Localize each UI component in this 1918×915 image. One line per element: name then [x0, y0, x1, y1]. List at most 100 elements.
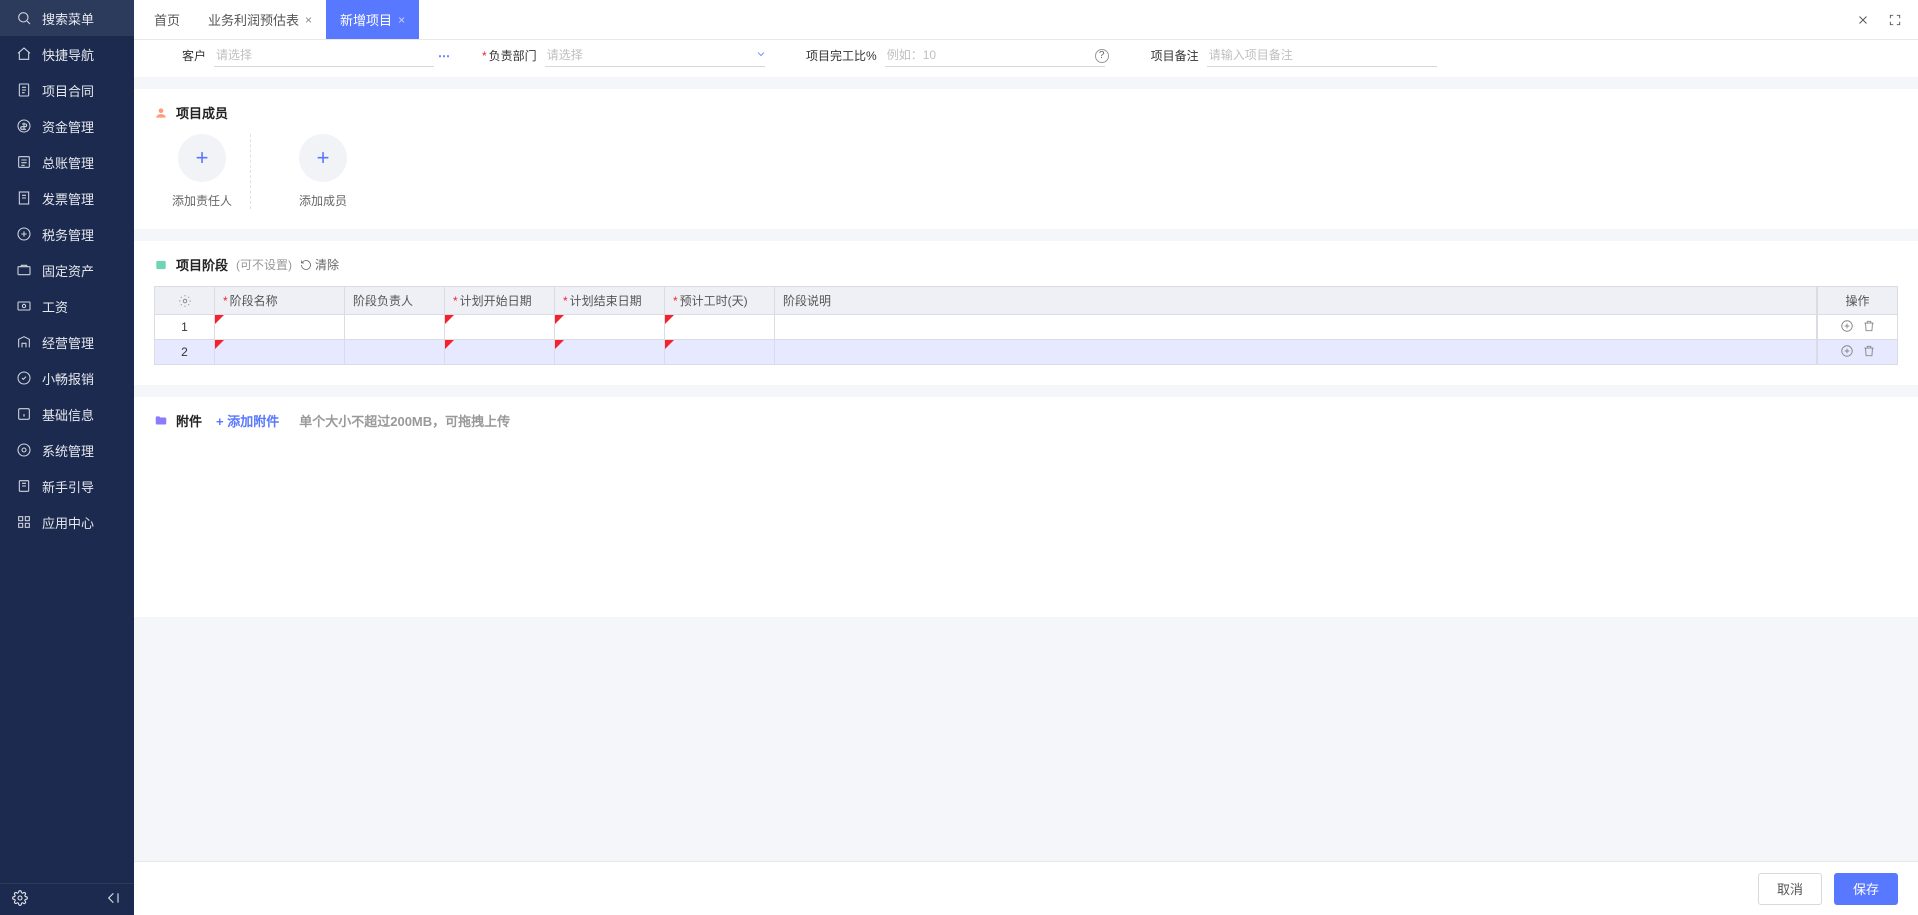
phase-icon: [154, 258, 168, 272]
sidebar-item-asset[interactable]: 固定资产: [0, 252, 134, 288]
tax-icon: [16, 226, 32, 242]
sidebar-item-label: 新手引导: [42, 477, 94, 496]
add-member-label: 添加成员: [299, 192, 347, 209]
delete-row-icon[interactable]: [1862, 319, 1876, 333]
cell-days[interactable]: [665, 315, 775, 340]
sys-icon: [16, 442, 32, 458]
fullscreen-icon[interactable]: [1882, 7, 1908, 33]
dept-label: *负责部门: [482, 47, 537, 64]
biz-icon: [16, 334, 32, 350]
cell-start[interactable]: [445, 340, 555, 365]
sidebar-item-invoice[interactable]: 发票管理: [0, 180, 134, 216]
guide-icon: [16, 478, 32, 494]
gear-icon[interactable]: [12, 890, 28, 909]
sidebar-item-label: 快捷导航: [42, 45, 94, 64]
reimburse-icon: [16, 370, 32, 386]
table-row[interactable]: 1: [155, 315, 1817, 340]
sidebar-item-label: 经营管理: [42, 333, 94, 352]
sidebar-item-label: 小畅报销: [42, 369, 94, 388]
th-start: 计划开始日期: [445, 287, 555, 315]
sidebar-item-doc[interactable]: 项目合同: [0, 72, 134, 108]
more-icon[interactable]: ⋯: [438, 49, 452, 63]
sidebar-item-guide[interactable]: 新手引导: [0, 468, 134, 504]
info-icon: [16, 406, 32, 422]
cell-days[interactable]: [665, 340, 775, 365]
delete-row-icon[interactable]: [1862, 344, 1876, 358]
cell-name[interactable]: [215, 340, 345, 365]
add-member-button[interactable]: +: [299, 134, 347, 182]
sidebar-item-reimburse[interactable]: 小畅报销: [0, 360, 134, 396]
asset-icon: [16, 262, 32, 278]
save-button[interactable]: 保存: [1834, 873, 1898, 905]
money-icon: [16, 118, 32, 134]
tab-close-icon[interactable]: ×: [305, 13, 312, 27]
sidebar-item-salary[interactable]: 工资: [0, 288, 134, 324]
sidebar-item-label: 应用中心: [42, 513, 94, 532]
sidebar-item-label: 项目合同: [42, 81, 94, 100]
members-title: 项目成员: [176, 103, 228, 122]
customer-input[interactable]: [214, 44, 434, 67]
sidebar-item-search[interactable]: 搜索菜单: [0, 0, 134, 36]
sidebar-item-label: 系统管理: [42, 441, 94, 460]
tab-label: 新增项目: [340, 10, 392, 29]
invoice-icon: [16, 190, 32, 206]
dept-input[interactable]: [545, 44, 765, 67]
field-customer: 客户 ⋯: [154, 44, 452, 67]
remark-label: 项目备注: [1139, 47, 1199, 64]
cell-name[interactable]: [215, 315, 345, 340]
add-owner-button[interactable]: +: [178, 134, 226, 182]
add-attachment-button[interactable]: + 添加附件: [216, 411, 279, 430]
th-days: 预计工时(天): [665, 287, 775, 315]
help-icon[interactable]: ?: [1095, 49, 1109, 63]
cell-owner[interactable]: [345, 315, 445, 340]
gear-column-icon[interactable]: [155, 287, 215, 315]
cell-end[interactable]: [555, 340, 665, 365]
sidebar-item-label: 总账管理: [42, 153, 94, 172]
cell-end[interactable]: [555, 315, 665, 340]
tab-label: 首页: [154, 10, 180, 29]
th-name: 阶段名称: [215, 287, 345, 315]
sidebar-item-home[interactable]: 快捷导航: [0, 36, 134, 72]
tab[interactable]: 首页: [140, 0, 194, 39]
remark-input[interactable]: [1207, 44, 1437, 67]
phases-title: 项目阶段: [176, 255, 228, 274]
cell-op: [1818, 340, 1898, 365]
search-icon: [16, 10, 32, 26]
clear-button[interactable]: 清除: [300, 256, 339, 273]
cell-start[interactable]: [445, 315, 555, 340]
sidebar-item-label: 工资: [42, 297, 68, 316]
table-row[interactable]: 2: [155, 340, 1817, 365]
sidebar-item-ledger[interactable]: 总账管理: [0, 144, 134, 180]
phase-table: 阶段名称 阶段负责人 计划开始日期 计划结束日期 预计工时(天) 阶段说明 12: [154, 286, 1817, 365]
sidebar-footer: [0, 883, 134, 915]
cell-owner[interactable]: [345, 340, 445, 365]
th-end: 计划结束日期: [555, 287, 665, 315]
sidebar-item-label: 发票管理: [42, 189, 94, 208]
sidebar-item-biz[interactable]: 经营管理: [0, 324, 134, 360]
collapse-icon[interactable]: [106, 890, 122, 909]
add-row-icon[interactable]: [1840, 344, 1854, 358]
th-desc: 阶段说明: [775, 287, 1817, 315]
tab[interactable]: 新增项目 ×: [326, 0, 419, 39]
sidebar-item-money[interactable]: 资金管理: [0, 108, 134, 144]
section-members: 项目成员 + 添加责任人 + 添加成员: [134, 89, 1918, 229]
tab-close-icon[interactable]: ×: [398, 13, 405, 27]
tab[interactable]: 业务利润预估表×: [194, 0, 326, 39]
done-input[interactable]: [885, 44, 1105, 67]
add-owner-label: 添加责任人: [172, 192, 232, 209]
phase-op-table: 操作: [1817, 286, 1898, 365]
sidebar-item-sys[interactable]: 系统管理: [0, 432, 134, 468]
cancel-button[interactable]: 取消: [1758, 873, 1822, 905]
close-icon[interactable]: [1850, 7, 1876, 33]
cell-desc[interactable]: [775, 315, 1817, 340]
sidebar-item-label: 基础信息: [42, 405, 94, 424]
cell-desc[interactable]: [775, 340, 1817, 365]
sidebar-item-tax[interactable]: 税务管理: [0, 216, 134, 252]
sidebar-item-label: 税务管理: [42, 225, 94, 244]
sidebar-item-apps[interactable]: 应用中心: [0, 504, 134, 540]
section-phases: 项目阶段 (可不设置) 清除: [134, 241, 1918, 385]
sidebar-item-info[interactable]: 基础信息: [0, 396, 134, 432]
sidebar-item-label: 固定资产: [42, 261, 94, 280]
row-number: 2: [155, 340, 215, 365]
add-row-icon[interactable]: [1840, 319, 1854, 333]
